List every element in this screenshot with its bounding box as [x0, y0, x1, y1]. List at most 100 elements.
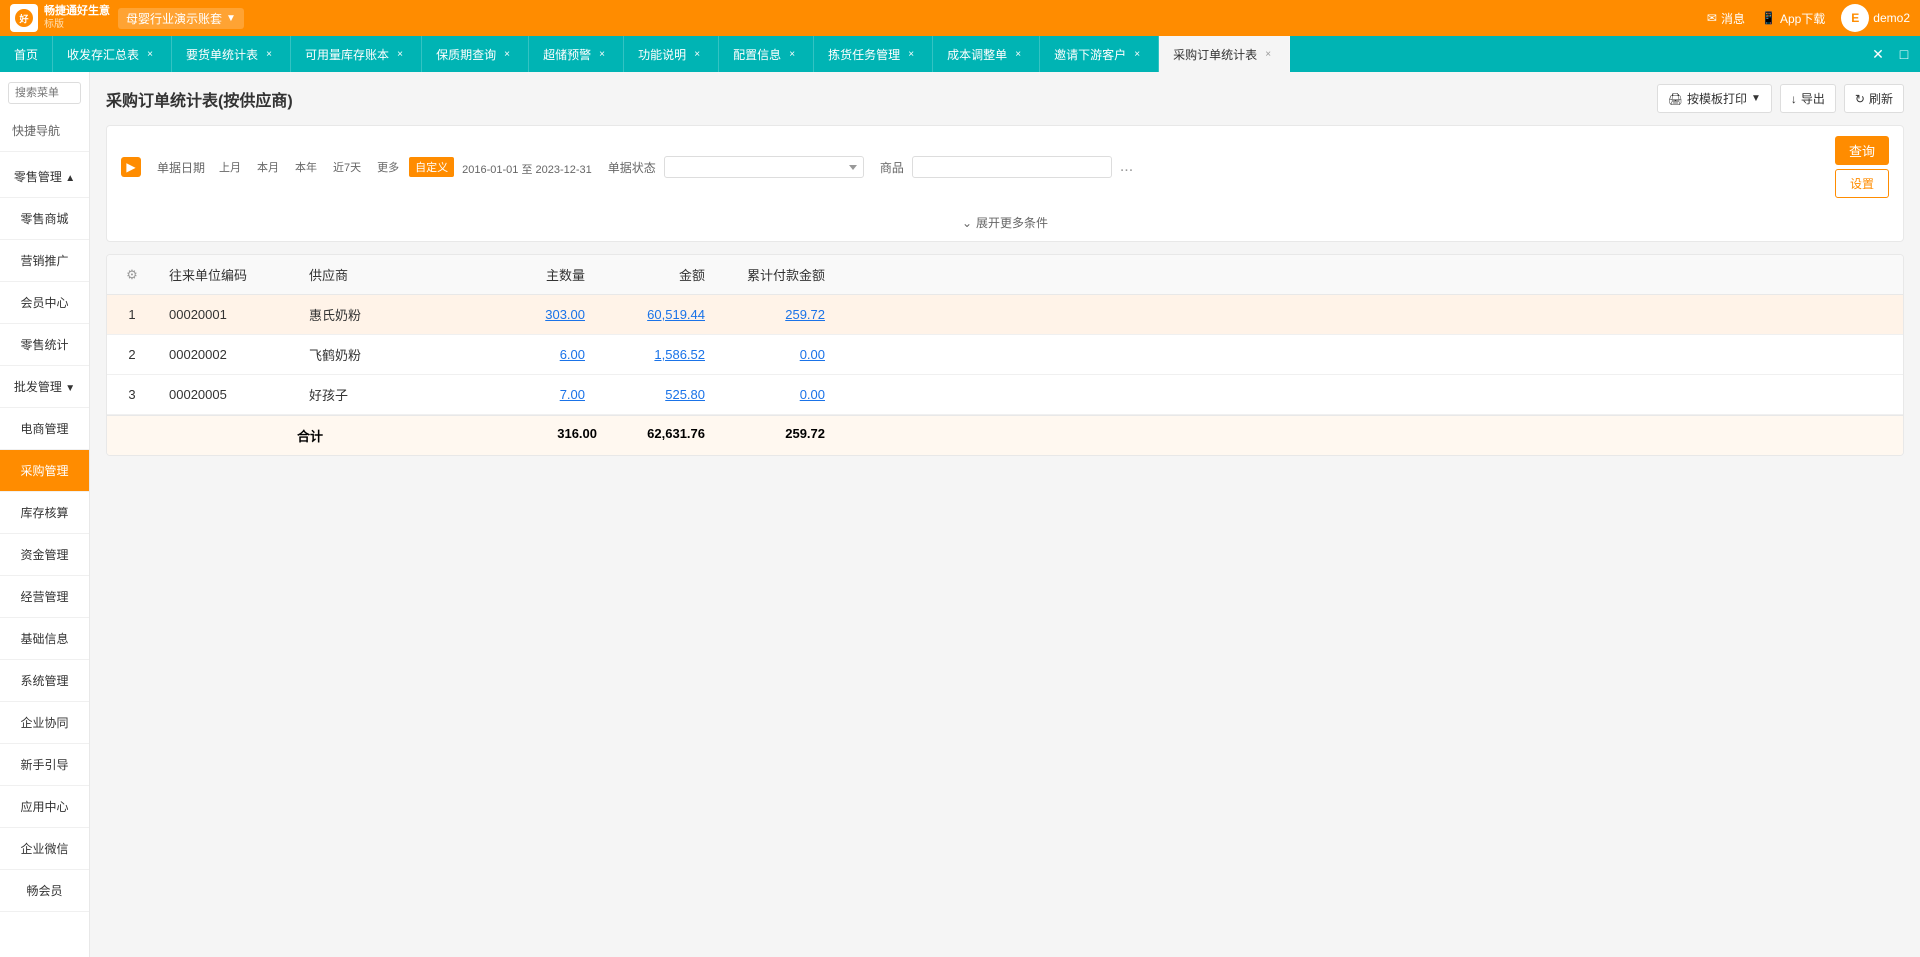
sidebar-item-sys-mgmt[interactable]: 系统管理 [0, 660, 89, 702]
app-download-btn[interactable]: 📱 App下载 [1761, 10, 1825, 27]
sidebar-item-new-guide[interactable]: 新手引导 [0, 744, 89, 786]
expand-more-btn[interactable]: ⌄ 展开更多条件 [962, 214, 1048, 231]
tab-pick-task[interactable]: 拣货任务管理 × [814, 36, 933, 72]
close-config-info-icon[interactable]: × [785, 47, 799, 61]
col-header-paid: 累计付款金额 [717, 255, 837, 295]
paid-link-2[interactable]: 0.00 [800, 347, 825, 362]
paid-link-1[interactable]: 259.72 [785, 307, 825, 322]
sidebar-item-app-center[interactable]: 应用中心 [0, 786, 89, 828]
goods-more-icon[interactable]: ... [1120, 158, 1133, 176]
row-paid-3: 0.00 [717, 375, 837, 415]
date-btn-custom[interactable]: 自定义 [409, 157, 454, 177]
qty-link-2[interactable]: 6.00 [560, 347, 585, 362]
tab-order-summary[interactable]: 要货单统计表 × [172, 36, 291, 72]
qty-link-1[interactable]: 303.00 [545, 307, 585, 322]
tab-cost-adjust[interactable]: 成本调整单 × [933, 36, 1040, 72]
tab-expiry-query[interactable]: 保质期查询 × [422, 36, 529, 72]
date-btn-more[interactable]: 更多 [371, 157, 405, 177]
refresh-btn[interactable]: ↻ 刷新 [1844, 84, 1904, 113]
status-select[interactable] [664, 156, 864, 178]
sidebar-item-member-center[interactable]: 会员中心 [0, 282, 89, 324]
tab-purchase-summary-label: 采购订单统计表 [1173, 46, 1257, 63]
amount-link-2[interactable]: 1,586.52 [654, 347, 705, 362]
sidebar-item-ecommerce[interactable]: 电商管理 [0, 408, 89, 450]
date-btn-this-year[interactable]: 本年 [289, 157, 323, 177]
sidebar-retail-shop-label: 零售商城 [20, 212, 68, 226]
date-btn-this-month[interactable]: 本月 [251, 157, 285, 177]
tab-receive-summary[interactable]: 收发存汇总表 × [53, 36, 172, 72]
row-qty-1: 303.00 [497, 295, 597, 335]
sidebar-item-purchase-mgmt[interactable]: 采购管理 [0, 450, 89, 492]
filter-toggle-btn[interactable]: ▶ [121, 157, 141, 177]
sidebar-item-vip[interactable]: 畅会员 [0, 870, 89, 912]
refresh-label: 刷新 [1869, 90, 1893, 107]
sidebar-ops-label: 经营管理 [20, 590, 68, 604]
expand-icon: ▲ [65, 173, 75, 184]
tab-overstock[interactable]: 超储预警 × [529, 36, 624, 72]
tab-overstock-label: 超储预警 [543, 46, 591, 63]
sidebar-item-quick-nav[interactable]: 快捷导航 [0, 114, 89, 147]
close-invite-downstream-icon[interactable]: × [1130, 47, 1144, 61]
page-content: 采购订单统计表(按供应商) 🖨 按模板打印 ▼ ↓ 导出 ↻ 刷新 [90, 72, 1920, 957]
close-purchase-summary-icon[interactable]: × [1261, 47, 1275, 61]
footer-paid: 259.72 [717, 426, 837, 445]
sidebar-item-marketing[interactable]: 营销推广 [0, 240, 89, 282]
row-amount-3: 525.80 [597, 375, 717, 415]
sidebar-item-retail-shop[interactable]: 零售商城 [0, 198, 89, 240]
print-dropdown-icon: ▼ [1751, 93, 1761, 104]
tab-available-stock[interactable]: 可用量库存账本 × [291, 36, 422, 72]
message-icon: ✉ [1707, 11, 1717, 25]
close-expiry-query-icon[interactable]: × [500, 47, 514, 61]
close-function-desc-icon[interactable]: × [690, 47, 704, 61]
amount-link-1[interactable]: 60,519.44 [647, 307, 705, 322]
tab-home[interactable]: 首页 [0, 36, 53, 72]
gear-settings-icon[interactable]: ⚙ [126, 267, 138, 282]
tab-purchase-summary[interactable]: 采购订单统计表 × [1159, 36, 1290, 72]
user-info[interactable]: E demo2 [1841, 4, 1910, 32]
goods-input[interactable] [912, 156, 1112, 178]
tab-config-info[interactable]: 配置信息 × [719, 36, 814, 72]
maximize-btn[interactable]: □ [1892, 42, 1916, 66]
close-overstock-icon[interactable]: × [595, 47, 609, 61]
sidebar-item-retail-stats[interactable]: 零售统计 [0, 324, 89, 366]
amount-link-3[interactable]: 525.80 [665, 387, 705, 402]
data-table: ⚙ 往来单位编码 供应商 主数量 金额 累计付款金额 1 [107, 255, 1903, 415]
logo-area: 好 畅捷通好生意 标版 [10, 4, 110, 32]
sidebar-item-inventory[interactable]: 库存核算 [0, 492, 89, 534]
date-btn-7days[interactable]: 近7天 [327, 157, 367, 177]
tab-pick-task-label: 拣货任务管理 [828, 46, 900, 63]
row-code-3: 00020005 [157, 375, 297, 415]
qty-link-3[interactable]: 7.00 [560, 387, 585, 402]
sidebar-item-retail-mgmt[interactable]: 零售管理 ▲ [0, 156, 89, 198]
sidebar-item-enterprise-coop[interactable]: 企业协同 [0, 702, 89, 744]
row-extra-1 [837, 295, 1903, 335]
org-selector[interactable]: 母婴行业演示账套 ▼ [118, 8, 244, 29]
footer-seq [107, 426, 157, 445]
row-supplier-1: 惠氏奶粉 [297, 295, 497, 335]
close-pick-task-icon[interactable]: × [904, 47, 918, 61]
print-btn[interactable]: 🖨 按模板打印 ▼ [1657, 84, 1772, 113]
message-btn[interactable]: ✉ 消息 [1707, 10, 1745, 27]
close-cost-adjust-icon[interactable]: × [1011, 47, 1025, 61]
sidebar-item-basic-info[interactable]: 基础信息 [0, 618, 89, 660]
sidebar-item-wholesale[interactable]: 批发管理 ▼ [0, 366, 89, 408]
date-btn-last-month[interactable]: 上月 [213, 157, 247, 177]
close-receive-summary-icon[interactable]: × [143, 47, 157, 61]
paid-link-3[interactable]: 0.00 [800, 387, 825, 402]
query-btn[interactable]: 查询 [1835, 136, 1889, 165]
page-header: 采购订单统计表(按供应商) 🖨 按模板打印 ▼ ↓ 导出 ↻ 刷新 [106, 84, 1904, 113]
footer-qty: 316.00 [497, 426, 597, 445]
tab-function-desc[interactable]: 功能说明 × [624, 36, 719, 72]
tab-invite-downstream[interactable]: 邀请下游客户 × [1040, 36, 1159, 72]
close-window-btn[interactable]: ✕ [1866, 42, 1890, 66]
close-order-summary-icon[interactable]: × [262, 47, 276, 61]
sidebar-item-enterprise-wechat[interactable]: 企业微信 [0, 828, 89, 870]
row-seq-2: 2 [107, 335, 157, 375]
sidebar-item-ops[interactable]: 经营管理 [0, 576, 89, 618]
export-btn[interactable]: ↓ 导出 [1780, 84, 1836, 113]
sidebar-item-finance[interactable]: 资金管理 [0, 534, 89, 576]
tab-home-label: 首页 [14, 46, 38, 63]
search-input[interactable] [8, 82, 81, 104]
settings-btn[interactable]: 设置 [1835, 169, 1889, 198]
close-available-stock-icon[interactable]: × [393, 47, 407, 61]
